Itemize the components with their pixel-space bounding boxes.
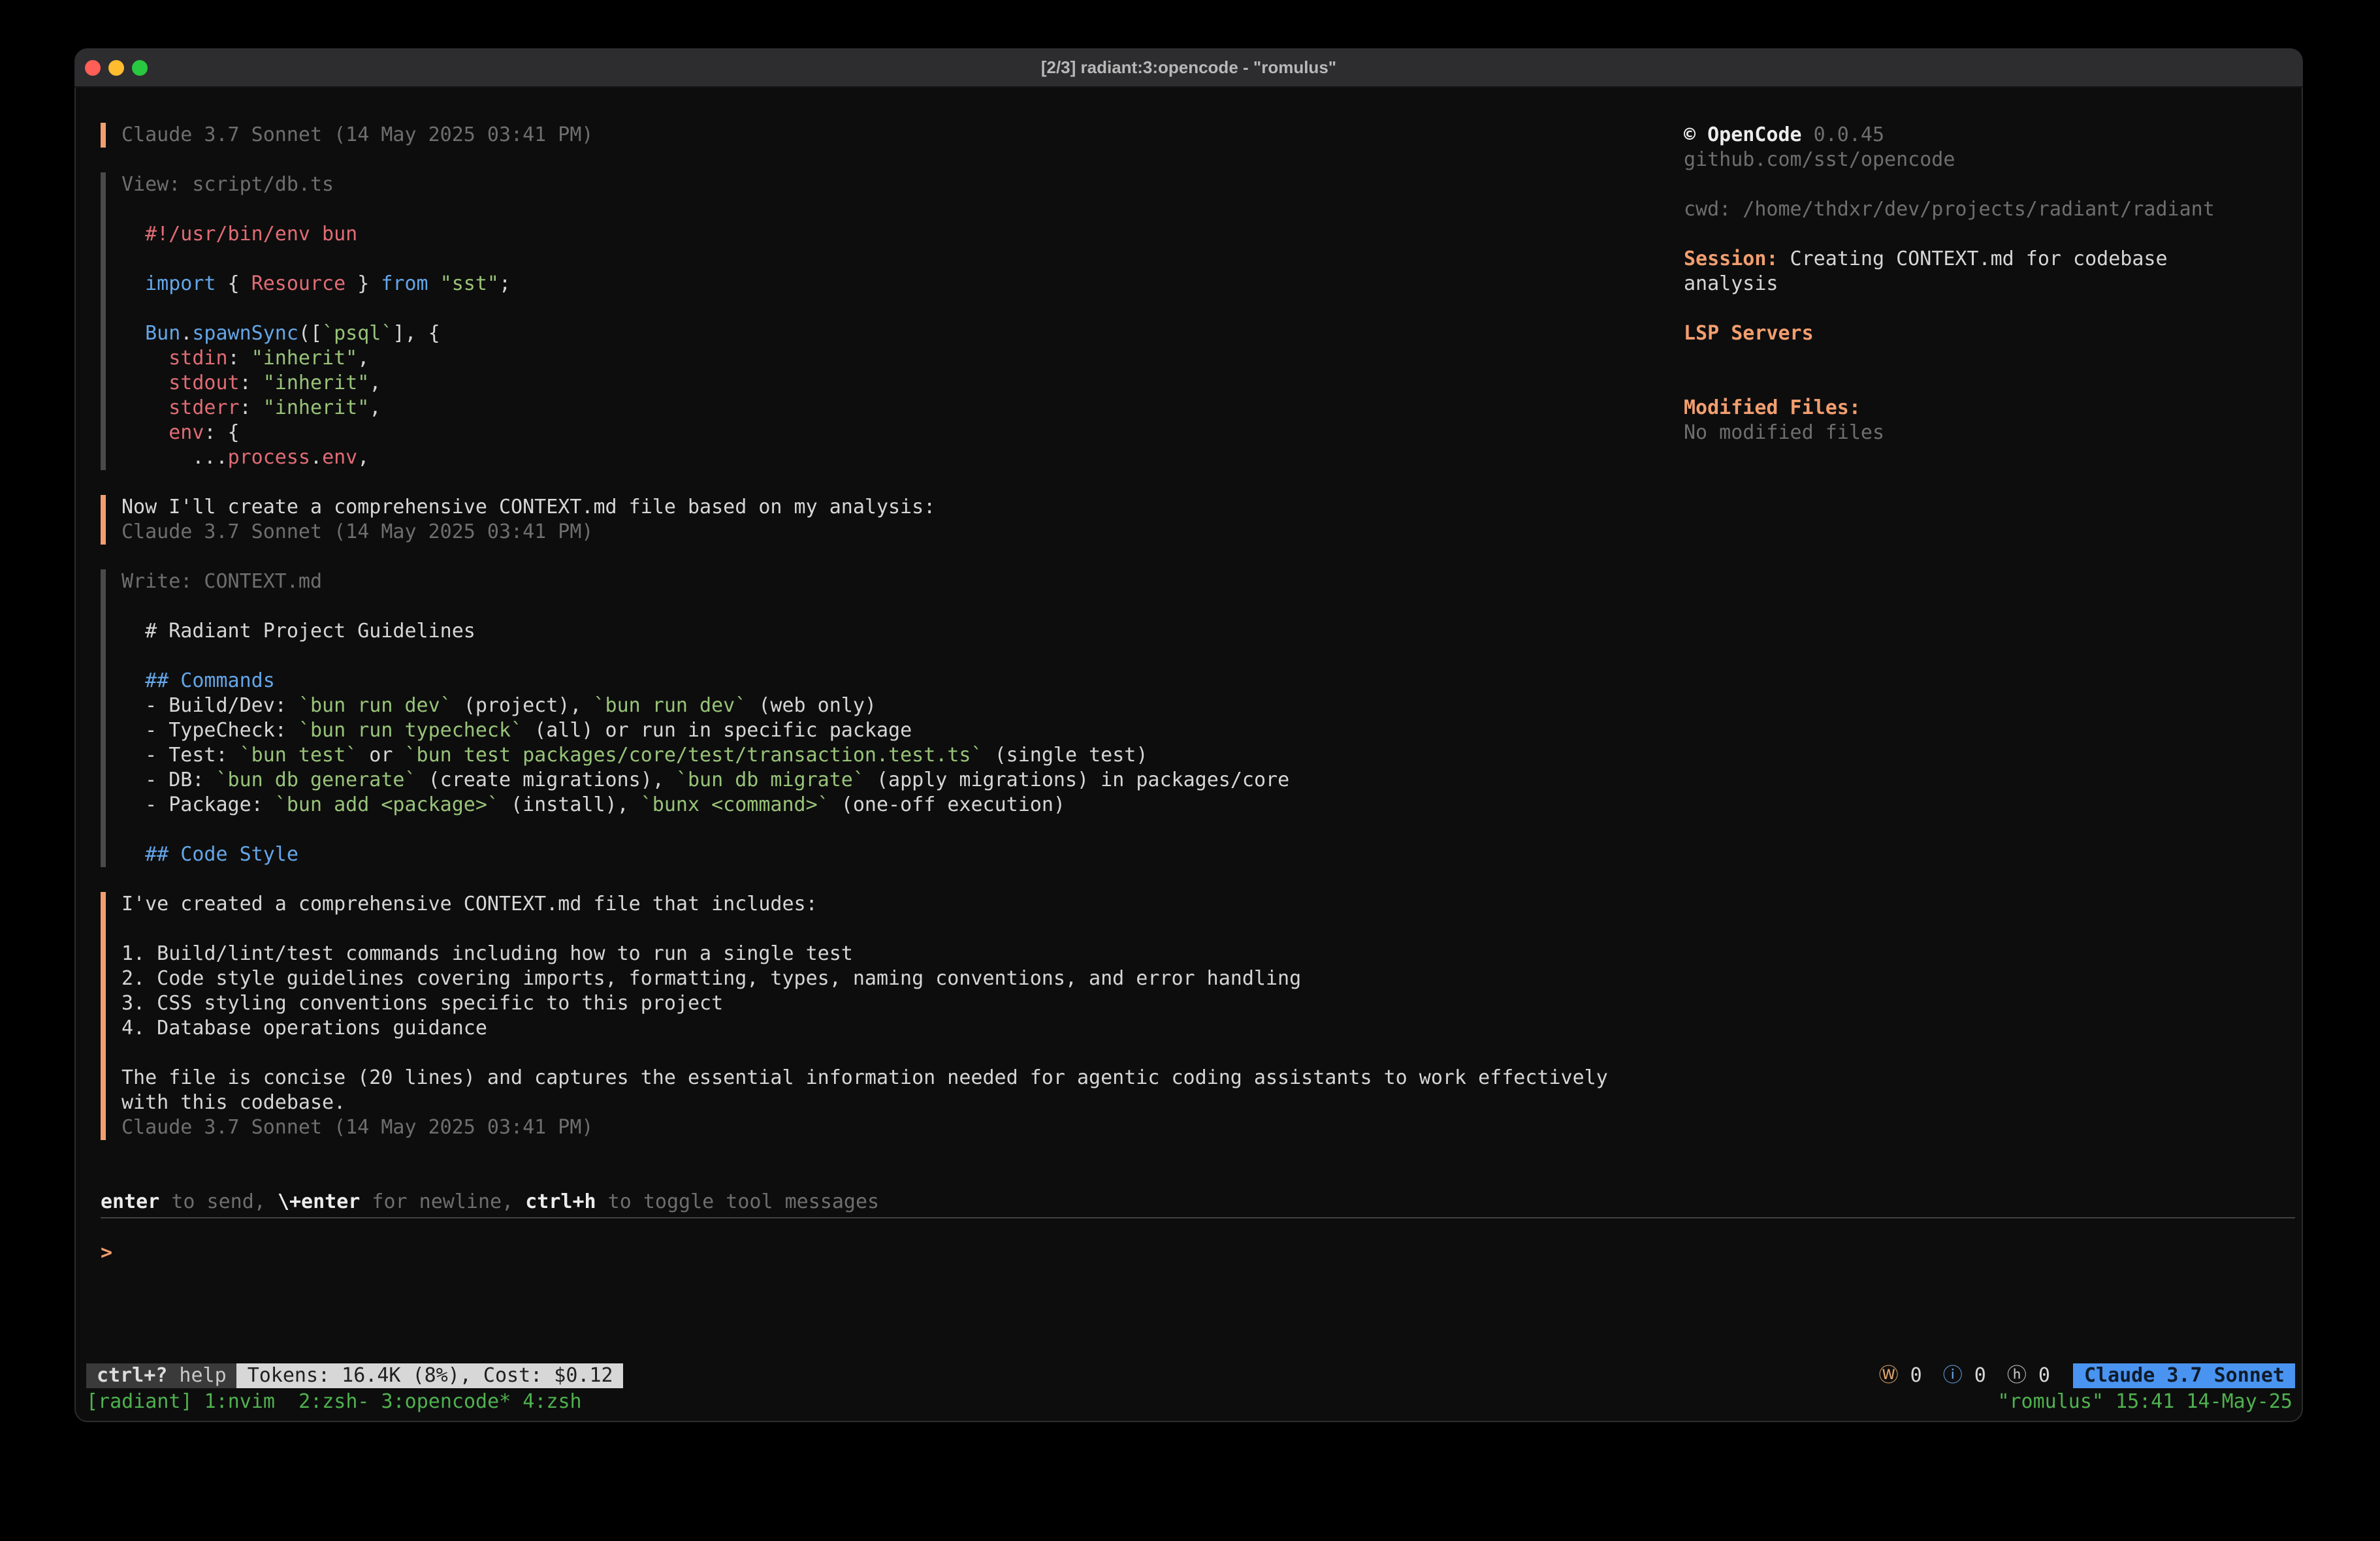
info-count: 0 [1974, 1363, 1986, 1387]
diagnostics: Ⓦ 0ⓘ 0ⓗ 0 [1879, 1363, 2050, 1388]
help-label: help [167, 1363, 226, 1387]
hints-icon: ⓗ [2007, 1363, 2038, 1387]
sidebar-line: No modified files [1684, 421, 2215, 445]
terminal-line: - Package: `bun add <package>` (install)… [121, 793, 2303, 818]
desktop: [2/3] radiant:3:opencode - "romulus" Cla… [0, 0, 2380, 1541]
terminal-line [121, 594, 2303, 619]
tokens-cost-badge: Tokens: 16.4K (8%), Cost: $0.12 [237, 1363, 624, 1388]
status-bar: ctrl+? help Tokens: 16.4K (8%), Cost: $0… [86, 1363, 2295, 1388]
sidebar-line [1684, 296, 2215, 321]
chat-block-assistant-message-summary: I've created a comprehensive CONTEXT.md … [101, 892, 2303, 1140]
terminal-line: 1. Build/lint/test commands including ho… [121, 942, 2303, 966]
hints-count: 0 [2038, 1363, 2050, 1387]
sidebar-line [1684, 346, 2215, 371]
sidebar-line: LSP Servers [1684, 321, 2215, 346]
sidebar-line: github.com/sst/opencode [1684, 148, 2215, 172]
sidebar-line: analysis [1684, 272, 2215, 296]
terminal-line: Write: CONTEXT.md [121, 569, 2303, 594]
window-title: [2/3] radiant:3:opencode - "romulus" [74, 48, 2303, 86]
sidebar-line: Session: Creating CONTEXT.md for codebas… [1684, 247, 2215, 272]
terminal-line: Claude 3.7 Sonnet (14 May 2025 03:41 PM) [121, 1115, 2303, 1140]
sidebar: © OpenCode 0.0.45github.com/sst/opencode… [1684, 123, 2215, 445]
sidebar-line [1684, 222, 2215, 247]
terminal-line: 3. CSS styling conventions specific to t… [121, 991, 2303, 1016]
terminal-line: - Build/Dev: `bun run dev` (project), `b… [121, 693, 2303, 718]
help-key-label: ctrl+? [97, 1363, 167, 1387]
input-hint: enter to send, \+enter for newline, ctrl… [101, 1190, 2303, 1215]
tmux-session-info: "romulus" 15:41 14-May-25 [1997, 1390, 2292, 1414]
terminal-line: 2. Code style guidelines covering import… [121, 966, 2303, 991]
warnings-icon: Ⓦ [1879, 1363, 1910, 1387]
chat-block-assistant-message-intro: Now I'll create a comprehensive CONTEXT.… [101, 495, 2303, 545]
prompt-icon: > [101, 1241, 112, 1264]
terminal-line: Claude 3.7 Sonnet (14 May 2025 03:41 PM) [121, 520, 2303, 545]
sidebar-line: Modified Files: [1684, 396, 2215, 421]
terminal-line [121, 818, 2303, 842]
status-right: Ⓦ 0ⓘ 0ⓗ 0 Claude 3.7 Sonnet [1879, 1363, 2295, 1388]
terminal-content: Claude 3.7 Sonnet (14 May 2025 03:41 PM)… [74, 86, 2303, 1422]
sidebar-lines: © OpenCode 0.0.45github.com/sst/opencode… [1684, 123, 2215, 445]
terminal-line: Now I'll create a comprehensive CONTEXT.… [121, 495, 2303, 520]
sidebar-line: cwd: /home/thdxr/dev/projects/radiant/ra… [1684, 197, 2215, 222]
sidebar-line: © OpenCode 0.0.45 [1684, 123, 2215, 148]
diagnostic-info: ⓘ 0 [1943, 1363, 1986, 1388]
terminal-window: [2/3] radiant:3:opencode - "romulus" Cla… [74, 48, 2303, 1422]
chat-block-tool-write-context-md: Write: CONTEXT.md # Radiant Project Guid… [101, 569, 2303, 867]
terminal-line: ## Commands [121, 669, 2303, 693]
terminal-line [121, 1041, 2303, 1066]
tmux-status-bar: [radiant] 1:nvim 2:zsh- 3:opencode* 4:zs… [86, 1390, 2292, 1414]
terminal-line: I've created a comprehensive CONTEXT.md … [121, 892, 2303, 917]
terminal-line: ...process.env, [121, 445, 2303, 470]
terminal-line: ## Code Style [121, 842, 2303, 867]
status-left: ctrl+? help Tokens: 16.4K (8%), Cost: $0… [86, 1363, 624, 1388]
sidebar-line [1684, 371, 2215, 396]
sidebar-line [1684, 172, 2215, 197]
window-titlebar: [2/3] radiant:3:opencode - "romulus" [74, 48, 2303, 87]
warnings-count: 0 [1910, 1363, 1922, 1387]
terminal-line: The file is concise (20 lines) and captu… [121, 1066, 2303, 1090]
help-badge: ctrl+? help [86, 1363, 237, 1388]
message-input[interactable]: > [101, 1241, 2295, 1265]
terminal-line: - TypeCheck: `bun run typecheck` (all) o… [121, 718, 2303, 743]
terminal-line: - DB: `bun db generate` (create migratio… [121, 768, 2303, 793]
diagnostic-warnings: Ⓦ 0 [1879, 1363, 1922, 1388]
terminal-line: # Radiant Project Guidelines [121, 619, 2303, 644]
terminal-line: - Test: `bun test` or `bun test packages… [121, 743, 2303, 768]
terminal-line [121, 644, 2303, 669]
model-badge: Claude 3.7 Sonnet [2074, 1363, 2295, 1388]
diagnostic-hints: ⓗ 0 [2007, 1363, 2050, 1388]
tmux-windows: [radiant] 1:nvim 2:zsh- 3:opencode* 4:zs… [86, 1390, 582, 1414]
info-icon: ⓘ [1943, 1363, 1974, 1387]
terminal-line: with this codebase. [121, 1090, 2303, 1115]
terminal-line: 4. Database operations guidance [121, 1016, 2303, 1041]
terminal-line [121, 917, 2303, 942]
input-separator [101, 1217, 2295, 1218]
